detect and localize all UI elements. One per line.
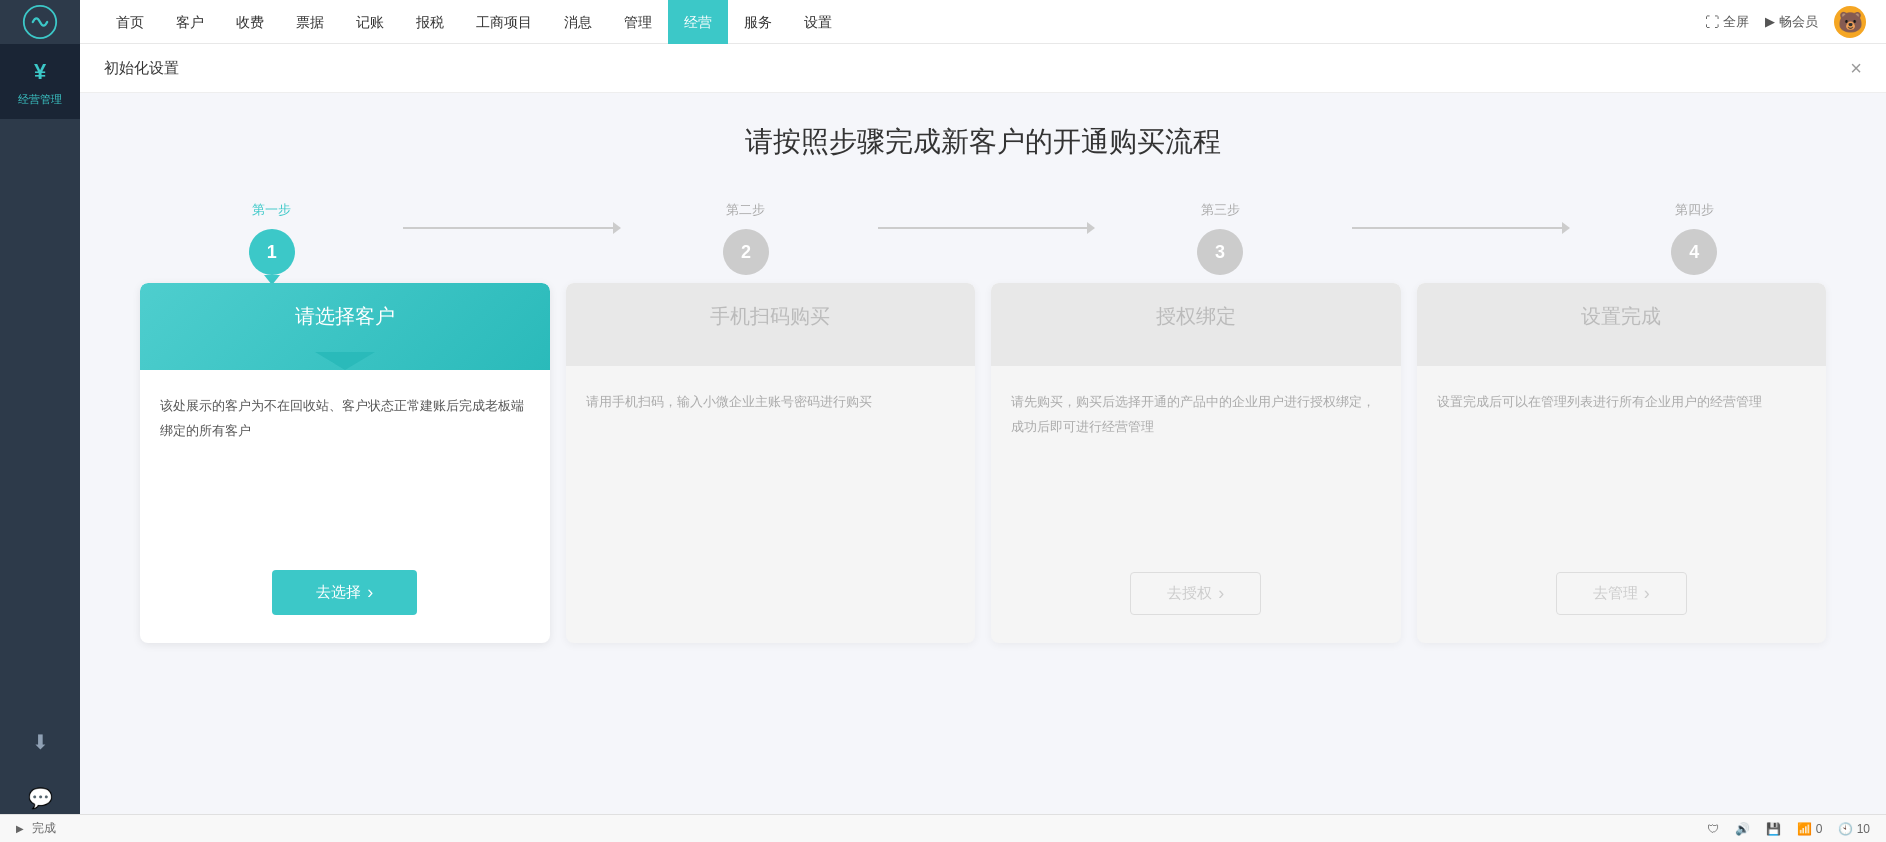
- step-2-header: 第二步 2: [614, 201, 877, 285]
- step-4-header: 第四步 4: [1563, 201, 1826, 285]
- card-4-body: 设置完成后可以在管理列表进行所有企业用户的经营管理: [1417, 366, 1827, 556]
- page-title: 初始化设置: [104, 59, 179, 78]
- card-4-footer: 去管理 ›: [1417, 556, 1827, 643]
- save-icon: 💾: [1766, 822, 1781, 836]
- volume-icon: 🔊: [1735, 822, 1750, 836]
- steps-header-row: 第一步 1 第二步 2: [140, 201, 1826, 285]
- nav-service[interactable]: 服务: [728, 0, 788, 44]
- step-4-label: 第四步: [1675, 201, 1714, 219]
- step-4-circle: 4: [1671, 229, 1717, 275]
- card-1-btn-arrow: ›: [367, 582, 373, 603]
- card-2: 手机扫码购买 请用手机扫码，输入小微企业主账号密码进行购买: [566, 283, 976, 643]
- yuan-icon: ¥: [24, 56, 56, 88]
- card-4-title: 设置完成: [1581, 305, 1661, 327]
- play-icon: ▶: [1765, 14, 1775, 29]
- cards-row: 请选择客户 该处展示的客户为不在回收站、客户状态正常建账后完成老板端绑定的所有客…: [140, 283, 1826, 643]
- status-label: 完成: [32, 820, 56, 837]
- main-content: 请按照步骤完成新客户的开通购买流程 第一步 1: [80, 93, 1886, 673]
- close-button[interactable]: ×: [1850, 58, 1862, 78]
- card-3-body: 请先购买，购买后选择开通的产品中的企业用户进行授权绑定，成功后即可进行经营管理: [991, 366, 1401, 556]
- card-4-button[interactable]: 去管理 ›: [1556, 572, 1687, 615]
- card-1-footer: 去选择 ›: [140, 554, 550, 643]
- page-header: 初始化设置 ×: [80, 44, 1886, 93]
- avatar[interactable]: 🐻: [1834, 6, 1866, 38]
- sidebar-item-jingying[interactable]: ¥ 经营管理: [0, 44, 80, 119]
- step-1-circle: 1: [249, 229, 295, 275]
- step-2-label: 第二步: [726, 201, 765, 219]
- sidebar-item-download[interactable]: ⬇: [0, 714, 80, 770]
- fullscreen-label: 全屏: [1723, 13, 1749, 31]
- network-status: 📶 0: [1797, 822, 1822, 836]
- card-1-btn-label: 去选择: [316, 583, 361, 602]
- nav-tax[interactable]: 报税: [400, 0, 460, 44]
- card-3: 授权绑定 请先购买，购买后选择开通的产品中的企业用户进行授权绑定，成功后即可进行…: [991, 283, 1401, 643]
- fullscreen-icon: ⛶: [1705, 14, 1719, 30]
- card-4: 设置完成 设置完成后可以在管理列表进行所有企业用户的经营管理 去管理 ›: [1417, 283, 1827, 643]
- step-3-circle: 3: [1197, 229, 1243, 275]
- step-1-header: 第一步 1: [140, 201, 403, 285]
- nav-settings[interactable]: 设置: [788, 0, 848, 44]
- card-1-button[interactable]: 去选择 ›: [272, 570, 417, 615]
- nav-collection[interactable]: 收费: [220, 0, 280, 44]
- vip-button[interactable]: ▶ 畅会员: [1765, 13, 1818, 31]
- status-right: 🛡 🔊 💾 📶 0 🕙 10: [1707, 822, 1870, 836]
- card-3-btn-arrow: ›: [1218, 583, 1224, 604]
- step-3-label: 第三步: [1201, 201, 1240, 219]
- card-4-btn-arrow: ›: [1644, 583, 1650, 604]
- step-3-header: 第三步 3: [1088, 201, 1351, 285]
- step-1-label: 第一步: [252, 201, 291, 219]
- card-3-title: 授权绑定: [1156, 305, 1236, 327]
- sidebar-item-label: 经营管理: [18, 92, 62, 107]
- status-bar: ▶ 完成 🛡 🔊 💾 📶 0 🕙 10: [0, 814, 1886, 842]
- card-1-title: 请选择客户: [295, 305, 395, 327]
- nav-management[interactable]: 管理: [608, 0, 668, 44]
- nav-message[interactable]: 消息: [548, 0, 608, 44]
- vip-label: 畅会员: [1779, 13, 1818, 31]
- nav-customer[interactable]: 客户: [160, 0, 220, 44]
- play-icon: ▶: [16, 823, 24, 834]
- card-1-body: 该处展示的客户为不在回收站、客户状态正常建账后完成老板端绑定的所有客户: [140, 370, 550, 554]
- fullscreen-button[interactable]: ⛶ 全屏: [1705, 13, 1749, 31]
- sidebar: ¥ 经营管理 ⬇ 💬: [0, 0, 80, 842]
- download-icon: ⬇: [24, 726, 56, 758]
- card-4-btn-label: 去管理: [1593, 584, 1638, 603]
- shield-icon: 🛡: [1707, 822, 1719, 836]
- card-2-title: 手机扫码购买: [710, 305, 830, 327]
- sidebar-logo: [0, 0, 80, 44]
- card-3-btn-label: 去授权: [1167, 584, 1212, 603]
- nav-accounting[interactable]: 记账: [340, 0, 400, 44]
- card-3-footer: 去授权 ›: [991, 556, 1401, 643]
- top-nav: 首页 客户 收费 票据 记账 报税 工商项目 消息 管理 经营 服务 设置 ⛶ …: [80, 0, 1886, 44]
- card-2-body: 请用手机扫码，输入小微企业主账号密码进行购买: [566, 366, 976, 575]
- nav-operation[interactable]: 经营: [668, 0, 728, 44]
- nav-home[interactable]: 首页: [100, 0, 160, 44]
- card-1: 请选择客户 该处展示的客户为不在回收站、客户状态正常建账后完成老板端绑定的所有客…: [140, 283, 550, 643]
- nav-right: ⛶ 全屏 ▶ 畅会员 🐻: [1705, 6, 1866, 38]
- nav-invoice[interactable]: 票据: [280, 0, 340, 44]
- steps-and-cards: 第一步 1 第二步 2: [140, 201, 1826, 643]
- nav-business[interactable]: 工商项目: [460, 0, 548, 44]
- card-3-button[interactable]: 去授权 ›: [1130, 572, 1261, 615]
- main-heading: 请按照步骤完成新客户的开通购买流程: [140, 123, 1826, 161]
- time-status: 🕙 10: [1838, 822, 1870, 836]
- step-2-circle: 2: [723, 229, 769, 275]
- service-icon: 💬: [24, 782, 56, 814]
- main-area: 初始化设置 × 请按照步骤完成新客户的开通购买流程 第一步 1: [80, 44, 1886, 814]
